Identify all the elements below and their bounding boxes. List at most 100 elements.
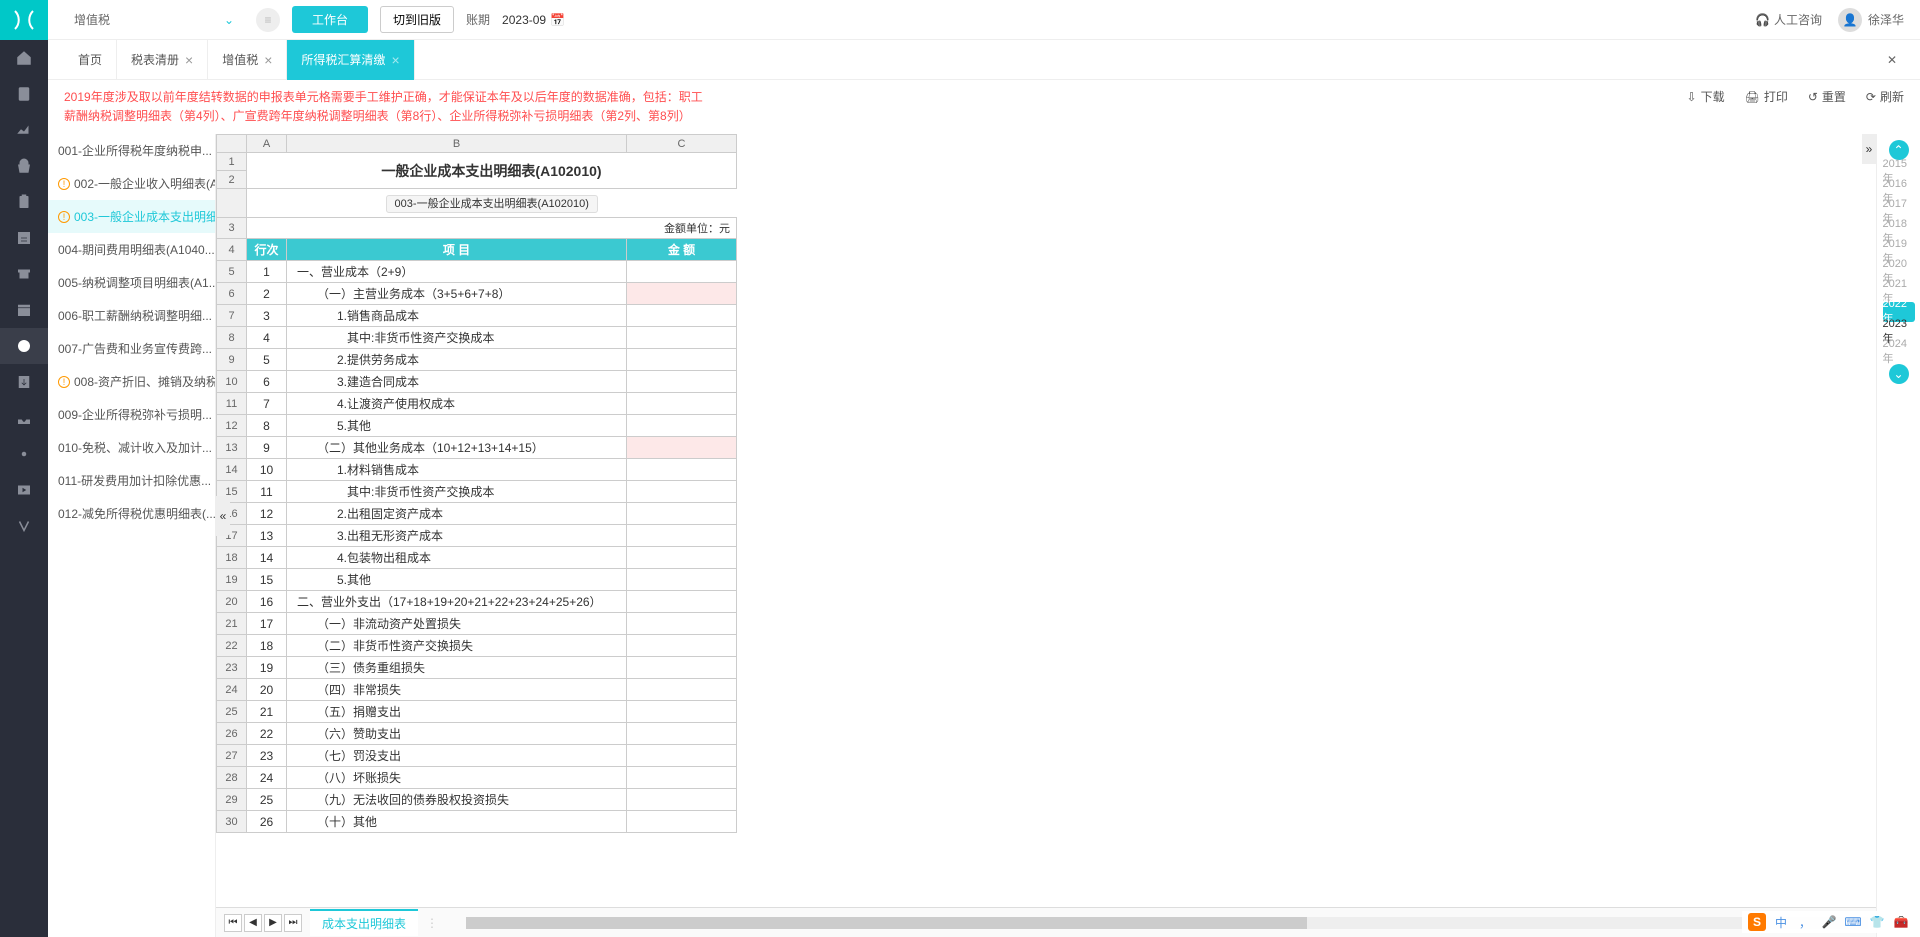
sheet-row[interactable]: 14101.材料销售成本 — [217, 459, 737, 481]
sheet-row[interactable]: 2622（六）赞助支出 — [217, 723, 737, 745]
expand-years-handle[interactable]: » — [1862, 134, 1876, 164]
form-list-item[interactable]: 009-企业所得税弥补亏损明... — [48, 398, 215, 431]
tab-首页[interactable]: 首页 — [64, 40, 117, 80]
ime-toolbox-icon[interactable]: 🧰 — [1892, 913, 1910, 931]
sheet-row[interactable]: 1174.让渡资产使用权成本 — [217, 393, 737, 415]
sheet-row[interactable]: 3026（十）其他 — [217, 811, 737, 833]
nav-settings-icon[interactable] — [0, 436, 48, 472]
period-picker[interactable]: 2023-09 📅 — [502, 13, 565, 27]
print-button[interactable]: 🖨打印 — [1745, 88, 1788, 105]
ime-keyboard-icon[interactable]: ⌨ — [1844, 913, 1862, 931]
warning-icon: ! — [58, 178, 70, 190]
nav-v-icon[interactable] — [0, 508, 48, 544]
collapse-sidebar-handle[interactable]: « — [216, 496, 230, 536]
support-link[interactable]: 🎧 人工咨询 — [1755, 11, 1822, 28]
app-logo[interactable] — [0, 0, 48, 40]
sheet-row[interactable]: 2723（七）罚没支出 — [217, 745, 737, 767]
warning-notice: 2019年度涉及取以前年度结转数据的申报表单元格需要手工维护正确，才能保证本年及… — [64, 88, 714, 126]
user-menu[interactable]: 👤 徐泽华 — [1838, 8, 1904, 32]
sheet-row[interactable]: 84其中:非货币性资产交换成本 — [217, 327, 737, 349]
nav-report-icon[interactable] — [0, 220, 48, 256]
sheet-row[interactable]: 18144.包装物出租成本 — [217, 547, 737, 569]
nav-export-icon[interactable] — [0, 364, 48, 400]
avatar: 👤 — [1838, 8, 1862, 32]
nav-active-icon[interactable] — [0, 328, 48, 364]
ime-punct-icon[interactable]: ， — [1796, 913, 1814, 931]
sheet-row[interactable]: 1063.建造合同成本 — [217, 371, 737, 393]
sheet-row[interactable]: 2420（四）非常损失 — [217, 679, 737, 701]
ime-lang-icon[interactable]: 中 — [1772, 913, 1790, 931]
tab-close-icon[interactable]: × — [391, 52, 399, 68]
sheet-nav-next[interactable]: ▶ — [264, 914, 282, 932]
year-down-button[interactable]: ⌄ — [1889, 364, 1909, 384]
form-list-item[interactable]: 006-职工薪酬纳税调整明细... — [48, 299, 215, 332]
form-list-item[interactable]: !008-资产折旧、摊销及纳税... — [48, 365, 215, 398]
form-list-item[interactable]: 012-减免所得税优惠明细表(... — [48, 497, 215, 530]
sheet-row[interactable]: 2218（二）非货币性资产交换损失 — [217, 635, 737, 657]
nav-chart-icon[interactable] — [0, 112, 48, 148]
form-list-item[interactable]: !003-一般企业成本支出明细... — [48, 200, 215, 233]
nav-clipboard-icon[interactable] — [0, 184, 48, 220]
sheet-nav-last[interactable]: ⏭ — [284, 914, 302, 932]
sheet-row[interactable]: 51一、营业成本（2+9） — [217, 261, 737, 283]
sheet-row[interactable]: 2117（一）非流动资产处置损失 — [217, 613, 737, 635]
form-list-item[interactable]: 004-期间费用明细表(A1040... — [48, 233, 215, 266]
sheet-row[interactable]: 19155.其他 — [217, 569, 737, 591]
ime-mic-icon[interactable]: 🎤 — [1820, 913, 1838, 931]
switch-old-button[interactable]: 切到旧版 — [380, 6, 454, 33]
sheet-row[interactable]: 731.销售商品成本 — [217, 305, 737, 327]
sheet-row[interactable]: 2824（八）坏账损失 — [217, 767, 737, 789]
workbench-button[interactable]: 工作台 — [292, 6, 368, 33]
sheet-row[interactable]: 62（一）主营业务成本（3+5+6+7+8） — [217, 283, 737, 305]
download-icon: ⇩ — [1687, 90, 1697, 104]
sheet-row[interactable]: 16122.出租固定资产成本 — [217, 503, 737, 525]
sheet-nav-prev[interactable]: ◀ — [244, 914, 262, 932]
form-list-item[interactable]: 010-免税、减计收入及加计... — [48, 431, 215, 464]
close-all-tabs[interactable]: ✕ — [1880, 48, 1904, 72]
sheet-row[interactable]: 952.提供劳务成本 — [217, 349, 737, 371]
form-list-item[interactable]: !002-一般企业收入明细表(A... — [48, 167, 215, 200]
breadcrumb: 003-一般企业成本支出明细表(A102010) — [247, 191, 737, 215]
nav-video-icon[interactable] — [0, 472, 48, 508]
nav-home-icon[interactable] — [0, 40, 48, 76]
sheet-row[interactable]: 17133.出租无形资产成本 — [217, 525, 737, 547]
tab-所得税汇算清缴[interactable]: 所得税汇算清缴× — [287, 40, 414, 80]
ime-logo-icon[interactable]: S — [1748, 913, 1766, 931]
circle-icon[interactable]: ≡ — [256, 8, 280, 32]
form-list-item[interactable]: 005-纳税调整项目明细表(A1... — [48, 266, 215, 299]
sheet-nav-first[interactable]: ⏮ — [224, 914, 242, 932]
refresh-button[interactable]: ⟳刷新 — [1866, 88, 1904, 105]
year-option[interactable]: 2024年 — [1883, 342, 1915, 362]
download-button[interactable]: ⇩下载 — [1687, 88, 1725, 105]
tab-close-icon[interactable]: × — [264, 52, 272, 68]
nav-inbox-icon[interactable] — [0, 400, 48, 436]
sheet-row[interactable]: 2925（九）无法收回的债券股权投资损失 — [217, 789, 737, 811]
reset-button[interactable]: ↺重置 — [1808, 88, 1846, 105]
spreadsheet[interactable]: ABC 1一般企业成本支出明细表(A102010) 2 003-一般企业成本支出… — [216, 134, 737, 833]
ime-skin-icon[interactable]: 👕 — [1868, 913, 1886, 931]
sheet-tab[interactable]: 成本支出明细表 — [310, 909, 418, 936]
form-list-item[interactable]: 007-广告费和业务宣传费跨... — [48, 332, 215, 365]
sheet-row[interactable]: 139（二）其他业务成本（10+12+13+14+15） — [217, 437, 737, 459]
tax-type-dropdown[interactable]: 增值税 ⌄ — [64, 6, 244, 34]
ime-toolbar: S 中 ， 🎤 ⌨ 👕 🧰 — [1742, 911, 1916, 933]
year-up-button[interactable]: ⌃ — [1889, 140, 1909, 160]
tab-close-icon[interactable]: × — [185, 52, 193, 68]
nav-tax-icon[interactable] — [0, 256, 48, 292]
sheet-row[interactable]: 2319（三）债务重组损失 — [217, 657, 737, 679]
sheet-row[interactable]: 1285.其他 — [217, 415, 737, 437]
nav-calendar-icon[interactable] — [0, 292, 48, 328]
nav-doc-icon[interactable] — [0, 76, 48, 112]
sheet-row[interactable]: 2016二、营业外支出（17+18+19+20+21+22+23+24+25+2… — [217, 591, 737, 613]
horizontal-scrollbar[interactable] — [466, 917, 1868, 929]
tab-增值税[interactable]: 增值税× — [208, 40, 287, 80]
tab-税表清册[interactable]: 税表清册× — [117, 40, 208, 80]
nav-bag-icon[interactable] — [0, 148, 48, 184]
topbar: 增值税 ⌄ ≡ 工作台 切到旧版 账期 2023-09 📅 🎧 人工咨询 👤 徐… — [48, 0, 1920, 40]
refresh-icon: ⟳ — [1866, 90, 1876, 104]
form-list-item[interactable]: 001-企业所得税年度纳税申... — [48, 134, 215, 167]
form-list-item[interactable]: 011-研发费用加计扣除优惠... — [48, 464, 215, 497]
form-list: 001-企业所得税年度纳税申...!002-一般企业收入明细表(A...!003… — [48, 134, 216, 937]
sheet-row[interactable]: 2521（五）捐赠支出 — [217, 701, 737, 723]
sheet-row[interactable]: 1511其中:非货币性资产交换成本 — [217, 481, 737, 503]
